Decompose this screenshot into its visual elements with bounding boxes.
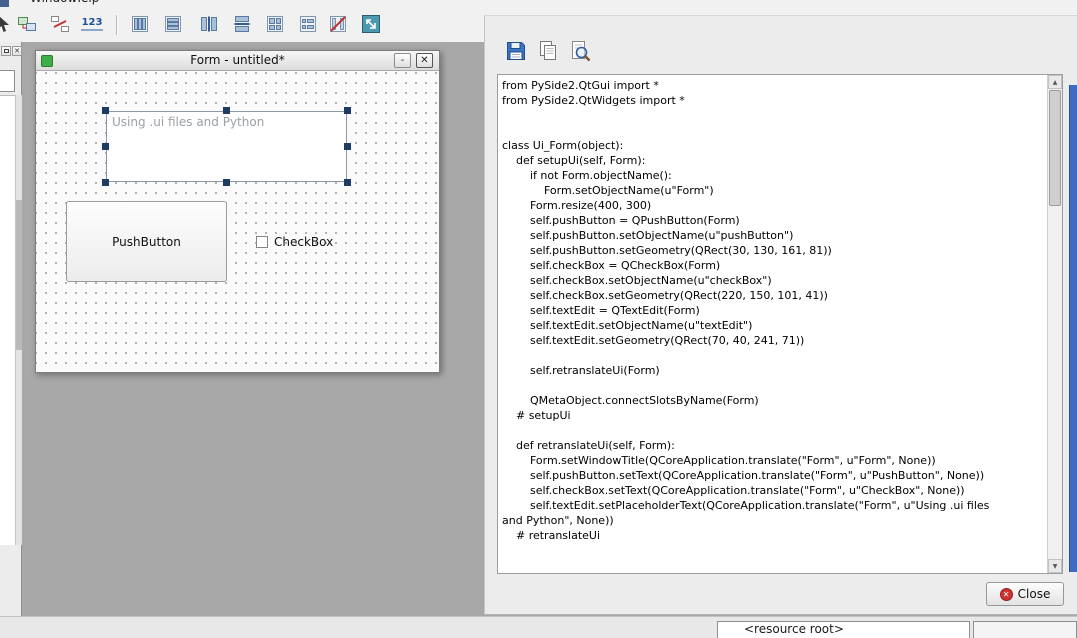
background-window-sliver bbox=[1069, 85, 1077, 572]
save-button[interactable] bbox=[503, 38, 529, 64]
layout-horizontal-splitter-icon bbox=[198, 13, 220, 35]
form-window-titlebar[interactable]: Form - untitled* - ✕ bbox=[36, 51, 439, 71]
float-icon bbox=[4, 49, 9, 53]
selection-handle-mid-left[interactable] bbox=[102, 143, 109, 150]
checkbox-widget[interactable]: CheckBox bbox=[256, 221, 357, 262]
code-preview-dialog: from PySide2.QtGui import * from PySide2… bbox=[484, 15, 1077, 615]
qt-designer-screen: Window Help 123 bbox=[0, 0, 1077, 638]
layout-grid-button[interactable] bbox=[262, 11, 288, 37]
layout-vertical-splitter-button[interactable] bbox=[229, 11, 255, 37]
selection-handle-bottom-mid[interactable] bbox=[223, 179, 230, 186]
menubar: Window Help bbox=[0, 0, 1077, 7]
layout-form-button[interactable] bbox=[295, 11, 321, 37]
code-text[interactable]: from PySide2.QtGui import * from PySide2… bbox=[498, 75, 1047, 573]
selection-handle-top-left[interactable] bbox=[102, 107, 109, 114]
copy-icon bbox=[536, 39, 560, 63]
edit-signals-slots-icon bbox=[16, 13, 38, 35]
form-window[interactable]: Form - untitled* - ✕ Using .ui files and… bbox=[35, 50, 440, 373]
checkbox-indicator[interactable] bbox=[256, 236, 268, 248]
selection-handle-top-mid[interactable] bbox=[223, 107, 230, 114]
form-window-title: Form - untitled* bbox=[36, 53, 439, 67]
break-layout-button[interactable] bbox=[325, 11, 351, 37]
edit-signals-slots-button[interactable] bbox=[14, 11, 40, 37]
app-icon bbox=[0, 0, 9, 7]
layout-vertical-icon bbox=[162, 13, 184, 35]
code-view[interactable]: from PySide2.QtGui import * from PySide2… bbox=[497, 74, 1063, 574]
edit-buddies-button[interactable] bbox=[47, 11, 73, 37]
scroll-up-arrow[interactable]: ▲ bbox=[1048, 75, 1062, 89]
selection-handle-bottom-right[interactable] bbox=[344, 179, 351, 186]
layout-horizontal-icon bbox=[129, 13, 151, 35]
close-icon: ✕ bbox=[14, 48, 20, 55]
scroll-down-arrow[interactable]: ▼ bbox=[1048, 559, 1062, 573]
widget-box-panel: ✕ bbox=[0, 42, 22, 616]
selection-handle-bottom-left[interactable] bbox=[102, 179, 109, 186]
adjust-size-button[interactable] bbox=[358, 11, 384, 37]
break-layout-icon bbox=[327, 13, 349, 35]
layout-horizontal-splitter-button[interactable] bbox=[196, 11, 222, 37]
adjust-size-icon bbox=[359, 12, 383, 36]
resource-root-item[interactable]: <resource root> bbox=[744, 622, 844, 636]
dock-close-button[interactable]: ✕ bbox=[12, 46, 22, 56]
edit-buddies-icon bbox=[49, 13, 71, 35]
layout-horizontal-button[interactable] bbox=[127, 11, 153, 37]
scrollbar-thumb[interactable] bbox=[1049, 90, 1061, 206]
bottom-panel: <resource root> bbox=[0, 616, 1077, 638]
code-scrollbar[interactable]: ▲ ▼ bbox=[1047, 75, 1062, 573]
toolbar-separator bbox=[116, 15, 118, 35]
edit-tab-order-button[interactable]: 123 bbox=[79, 11, 105, 37]
edit-tab-order-icon: 123 bbox=[81, 17, 104, 31]
widget-filter-input[interactable] bbox=[0, 70, 15, 92]
find-button[interactable] bbox=[567, 38, 593, 64]
resource-side-panel bbox=[973, 621, 1077, 638]
find-icon bbox=[568, 39, 592, 63]
checkbox-label: CheckBox bbox=[274, 235, 333, 249]
textedit-placeholder: Using .ui files and Python bbox=[112, 115, 264, 129]
close-button-label: Close bbox=[1018, 587, 1051, 601]
menu-window[interactable]: Window bbox=[30, 0, 77, 5]
menu-help[interactable]: Help bbox=[72, 0, 99, 5]
dialog-close-button[interactable]: ✕ Close bbox=[986, 582, 1064, 606]
close-circle-icon: ✕ bbox=[1000, 588, 1013, 601]
widget-list[interactable] bbox=[0, 95, 15, 545]
pushbutton-widget[interactable]: PushButton bbox=[66, 201, 227, 282]
close-button[interactable]: ✕ bbox=[416, 53, 433, 68]
selection-handle-mid-right[interactable] bbox=[344, 143, 351, 150]
resource-browser[interactable]: <resource root> bbox=[717, 621, 970, 638]
copy-button[interactable] bbox=[535, 38, 561, 64]
layout-form-icon bbox=[297, 13, 319, 35]
minimize-button[interactable]: - bbox=[394, 53, 411, 68]
edit-widgets-icon bbox=[0, 13, 14, 35]
dock-float-button[interactable] bbox=[1, 46, 11, 56]
selection-handle-top-right[interactable] bbox=[344, 107, 351, 114]
save-icon bbox=[504, 39, 528, 63]
layout-grid-icon bbox=[264, 13, 286, 35]
form-canvas[interactable]: Using .ui files and Python PushButton Ch… bbox=[36, 71, 439, 372]
textedit-widget[interactable]: Using .ui files and Python bbox=[106, 111, 347, 182]
layout-vertical-button[interactable] bbox=[160, 11, 186, 37]
layout-vertical-splitter-icon bbox=[231, 13, 253, 35]
pushbutton-label: PushButton bbox=[112, 235, 181, 249]
widget-list-scrollbar[interactable] bbox=[15, 95, 22, 545]
